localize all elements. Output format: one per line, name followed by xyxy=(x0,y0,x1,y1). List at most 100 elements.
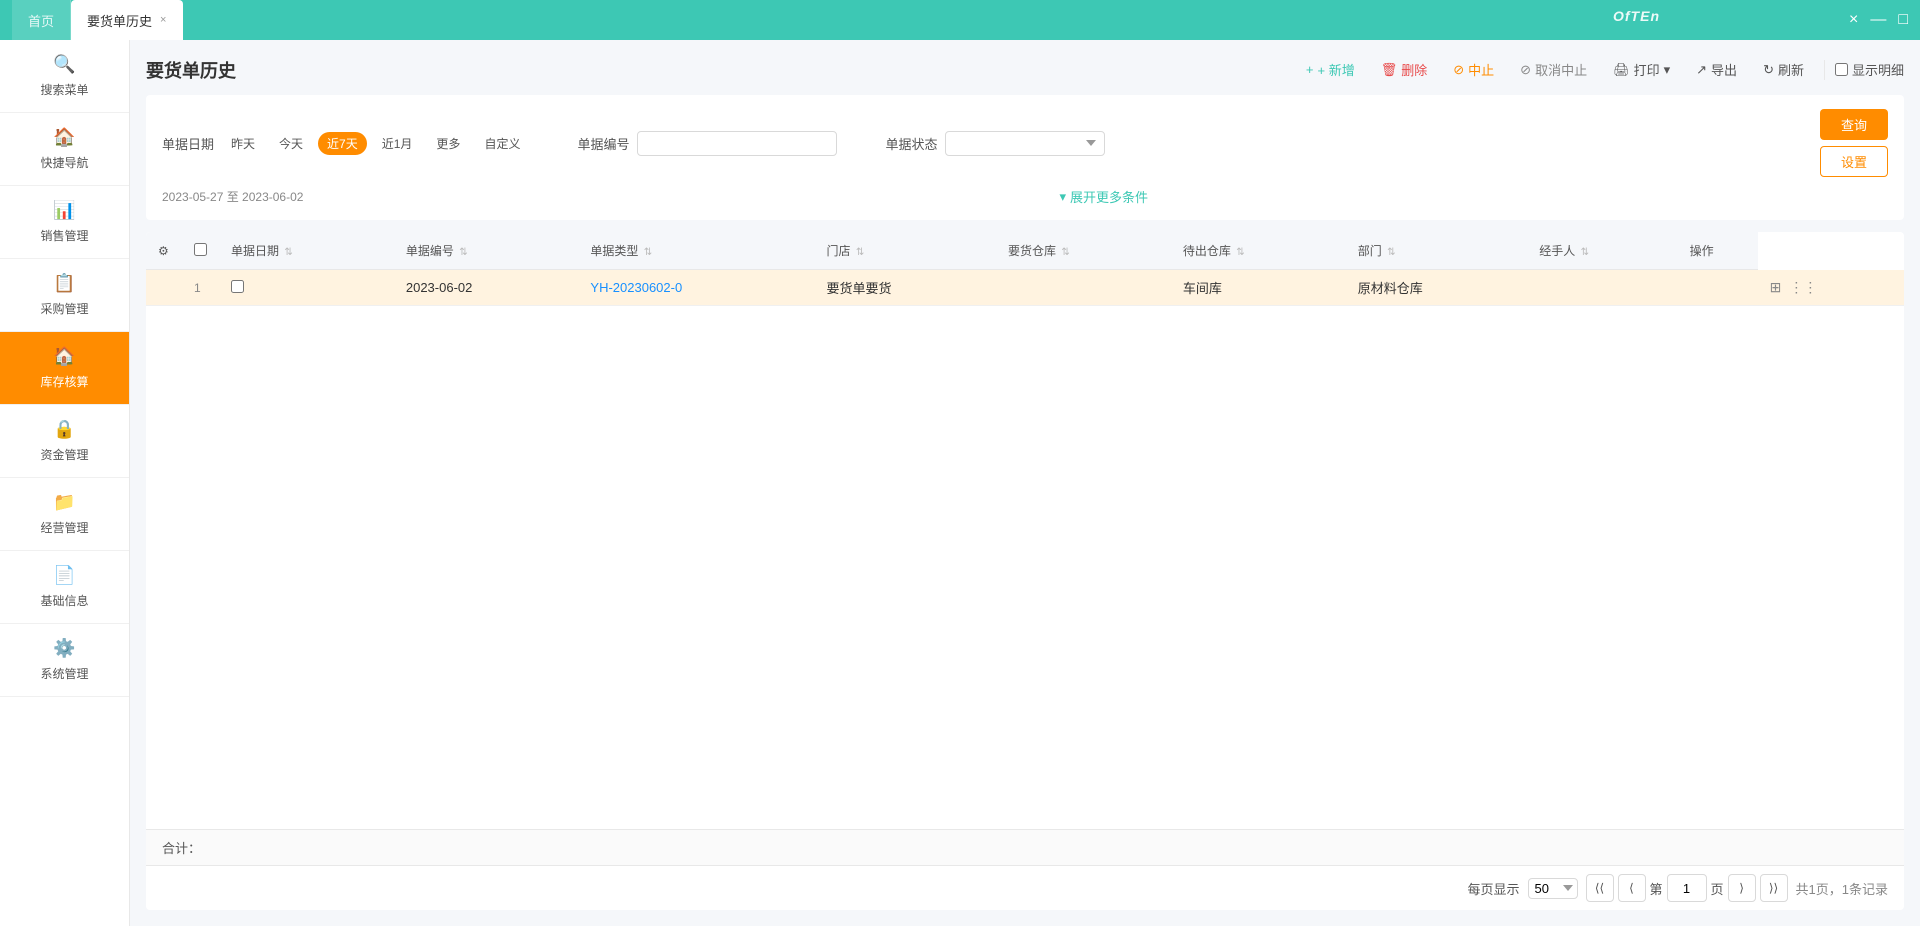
sidebar-item-operations[interactable]: 📁 经营管理 xyxy=(0,478,129,551)
date-btn-more[interactable]: 更多 xyxy=(427,132,469,155)
expand-more-button[interactable]: ▾ 展开更多条件 xyxy=(1059,187,1148,206)
tab-home-label: 首页 xyxy=(28,11,54,30)
pagination: 每页显示 50 100 ⟨⟨ ⟨ 第 页 ⟩ ⟩⟩ 共1页，1条记录 xyxy=(146,865,1904,910)
sidebar-item-label: 搜索菜单 xyxy=(40,81,88,98)
col-dept: 部门 ⇅ xyxy=(1346,232,1528,270)
refresh-button[interactable]: ↻ 刷新 xyxy=(1753,56,1814,83)
sidebar-item-label: 系统管理 xyxy=(40,665,88,682)
page-first-button[interactable]: ⟨⟨ xyxy=(1586,874,1614,902)
date-btn-custom[interactable]: 自定义 xyxy=(475,132,529,155)
toolbar-divider xyxy=(1824,60,1825,80)
status-label: 单据状态 xyxy=(885,134,937,153)
sidebar-item-label: 经营管理 xyxy=(40,519,88,536)
col-handler: 经手人 ⇅ xyxy=(1527,232,1677,270)
operations-icon: 📁 xyxy=(53,492,75,513)
select-all-checkbox[interactable] xyxy=(194,243,207,256)
row-handler xyxy=(1678,270,1758,306)
basic-info-icon: 📄 xyxy=(53,565,75,586)
table-footer: 合计： xyxy=(146,829,1904,865)
window-minimize-button[interactable]: — xyxy=(1870,11,1886,29)
per-page-select[interactable]: 50 100 xyxy=(1528,878,1578,899)
show-detail-checkbox[interactable] xyxy=(1835,63,1848,76)
row-out-warehouse: 原材料仓库 xyxy=(1346,270,1528,306)
finance-icon: 🔒 xyxy=(53,419,75,440)
search-actions: 查询 设置 xyxy=(1820,109,1888,177)
data-table: ⚙ 单据日期 ⇅ 单据编号 ⇅ xyxy=(146,232,1904,306)
print-dropdown-icon: ▾ xyxy=(1664,62,1671,78)
per-page-label: 每页显示 xyxy=(1467,879,1519,898)
date-btn-1month[interactable]: 近1月 xyxy=(373,132,422,155)
search-row-2: 2023-05-27 至 2023-06-02 ▾ 展开更多条件 xyxy=(162,187,1888,206)
settings-button[interactable]: 设置 xyxy=(1820,146,1888,177)
status-select[interactable] xyxy=(945,131,1105,156)
page-prev-button[interactable]: ⟨ xyxy=(1618,874,1646,902)
delete-button[interactable]: 🗑 删除 xyxy=(1371,56,1438,83)
doc-type-sort-icon[interactable]: ⇅ xyxy=(644,247,652,258)
sidebar-item-purchase[interactable]: 📋 采购管理 xyxy=(0,259,129,332)
window-close-button[interactable]: × xyxy=(1849,11,1858,29)
cancel-stop-button[interactable]: ⊘ 取消中止 xyxy=(1510,56,1597,83)
new-button[interactable]: + + 新增 xyxy=(1296,56,1365,83)
row-edit-icon[interactable]: ⊞ xyxy=(1770,279,1782,296)
sidebar-item-finance[interactable]: 🔒 资金管理 xyxy=(0,405,129,478)
summary-label: 合计： xyxy=(162,838,201,857)
sidebar-item-system[interactable]: ⚙️ 系统管理 xyxy=(0,624,129,697)
doc-no-link[interactable]: YH-20230602-0 xyxy=(590,280,682,295)
sidebar-item-sales[interactable]: 📊 销售管理 xyxy=(0,186,129,259)
doc-date-sort-icon[interactable]: ⇅ xyxy=(284,247,292,258)
tab-requisition-history[interactable]: 要货单历史 × xyxy=(71,0,183,40)
date-filter-field: 单据日期 昨天 今天 近7天 近1月 更多 自定义 xyxy=(162,132,529,155)
search-row-1: 单据日期 昨天 今天 近7天 近1月 更多 自定义 单据编号 xyxy=(162,109,1888,177)
sidebar-item-label: 销售管理 xyxy=(40,227,88,244)
dept-sort-icon[interactable]: ⇅ xyxy=(1387,247,1395,258)
col-checkbox xyxy=(182,232,219,270)
sidebar-item-inventory[interactable]: 🏠 库存核算 xyxy=(0,332,129,405)
window-maximize-button[interactable]: □ xyxy=(1898,11,1908,29)
export-button[interactable]: ↗ 导出 xyxy=(1686,56,1747,83)
status-field: 单据状态 xyxy=(885,131,1105,156)
date-btn-7days[interactable]: 近7天 xyxy=(318,132,367,155)
page-label-suffix: 页 xyxy=(1711,879,1724,898)
sidebar-item-search-menu[interactable]: 🔍 搜索菜单 xyxy=(0,40,129,113)
date-filter-buttons: 昨天 今天 近7天 近1月 更多 自定义 xyxy=(222,132,529,155)
doc-no-input[interactable] xyxy=(637,131,837,156)
show-detail-checkbox-label[interactable]: 显示明细 xyxy=(1835,60,1904,79)
table-wrap: ⚙ 单据日期 ⇅ 单据编号 ⇅ xyxy=(146,232,1904,829)
print-icon: 🖨 xyxy=(1613,62,1630,78)
stop-button[interactable]: ⊘ 中止 xyxy=(1443,56,1504,83)
handler-sort-icon[interactable]: ⇅ xyxy=(1581,247,1589,258)
page-number-input[interactable] xyxy=(1667,874,1707,902)
out-warehouse-sort-icon[interactable]: ⇅ xyxy=(1236,247,1244,258)
table-container: ⚙ 单据日期 ⇅ 单据编号 ⇅ xyxy=(146,232,1904,910)
delete-icon: 🗑 xyxy=(1381,62,1398,78)
tab-requisition-label: 要货单历史 xyxy=(87,11,152,30)
row-more-icon[interactable]: ⋮⋮ xyxy=(1789,279,1817,296)
tab-close-icon[interactable]: × xyxy=(160,14,166,26)
req-warehouse-sort-icon[interactable]: ⇅ xyxy=(1061,247,1069,258)
table-row: 1 2023-06-02 YH-20230602-0 要货单要货 车间 xyxy=(146,270,1904,306)
expand-icon: ▾ xyxy=(1059,189,1066,205)
page-last-button[interactable]: ⟩⟩ xyxy=(1760,874,1788,902)
page-label-prefix: 第 xyxy=(1650,879,1663,898)
tab-home[interactable]: 首页 xyxy=(12,0,71,40)
row-action: ⊞ ⋮⋮ xyxy=(1758,270,1904,306)
inventory-icon: 🏠 xyxy=(53,346,75,367)
query-button[interactable]: 查询 xyxy=(1820,109,1888,140)
row-checkbox[interactable] xyxy=(231,280,244,293)
row-dept xyxy=(1527,270,1677,306)
date-btn-today[interactable]: 今天 xyxy=(270,132,312,155)
doc-no-sort-icon[interactable]: ⇅ xyxy=(459,247,467,258)
sidebar-item-label: 基础信息 xyxy=(40,592,88,609)
page-next-button[interactable]: ⟩ xyxy=(1728,874,1756,902)
store-sort-icon[interactable]: ⇅ xyxy=(856,247,864,258)
page-nav: ⟨⟨ ⟨ 第 页 ⟩ ⟩⟩ xyxy=(1586,874,1788,902)
print-button[interactable]: 🖨 打印 ▾ xyxy=(1603,56,1680,83)
date-btn-yesterday[interactable]: 昨天 xyxy=(222,132,264,155)
settings-icon[interactable]: ⚙ xyxy=(158,244,169,258)
sidebar-item-basic-info[interactable]: 📄 基础信息 xyxy=(0,551,129,624)
date-label: 单据日期 xyxy=(162,134,214,153)
sidebar-item-quick-nav[interactable]: 🏠 快捷导航 xyxy=(0,113,129,186)
row-store xyxy=(996,270,1171,306)
search-bar: 单据日期 昨天 今天 近7天 近1月 更多 自定义 单据编号 xyxy=(146,95,1904,220)
content-area: 要货单历史 + + 新增 🗑 删除 ⊘ 中止 ⊘ 取消中止 xyxy=(130,40,1920,926)
